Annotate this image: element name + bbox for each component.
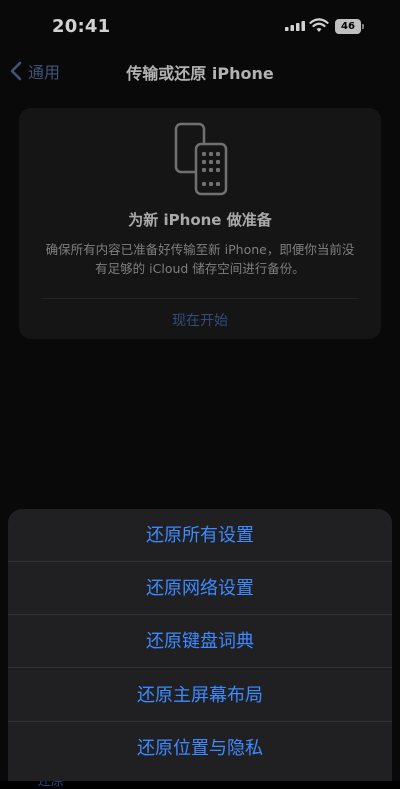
- reset-all-settings-button[interactable]: 还原所有设置: [8, 509, 392, 562]
- reset-action-sheet: 还原所有设置 还原网络设置 还原键盘词典 还原主屏幕布局 还原位置与隐私: [8, 509, 392, 781]
- reset-home-screen-layout-button[interactable]: 还原主屏幕布局: [8, 669, 392, 722]
- reset-location-privacy-button[interactable]: 还原位置与隐私: [8, 722, 392, 775]
- reset-network-settings-button[interactable]: 还原网络设置: [8, 562, 392, 615]
- reset-keyboard-dictionary-button[interactable]: 还原键盘词典: [8, 615, 392, 668]
